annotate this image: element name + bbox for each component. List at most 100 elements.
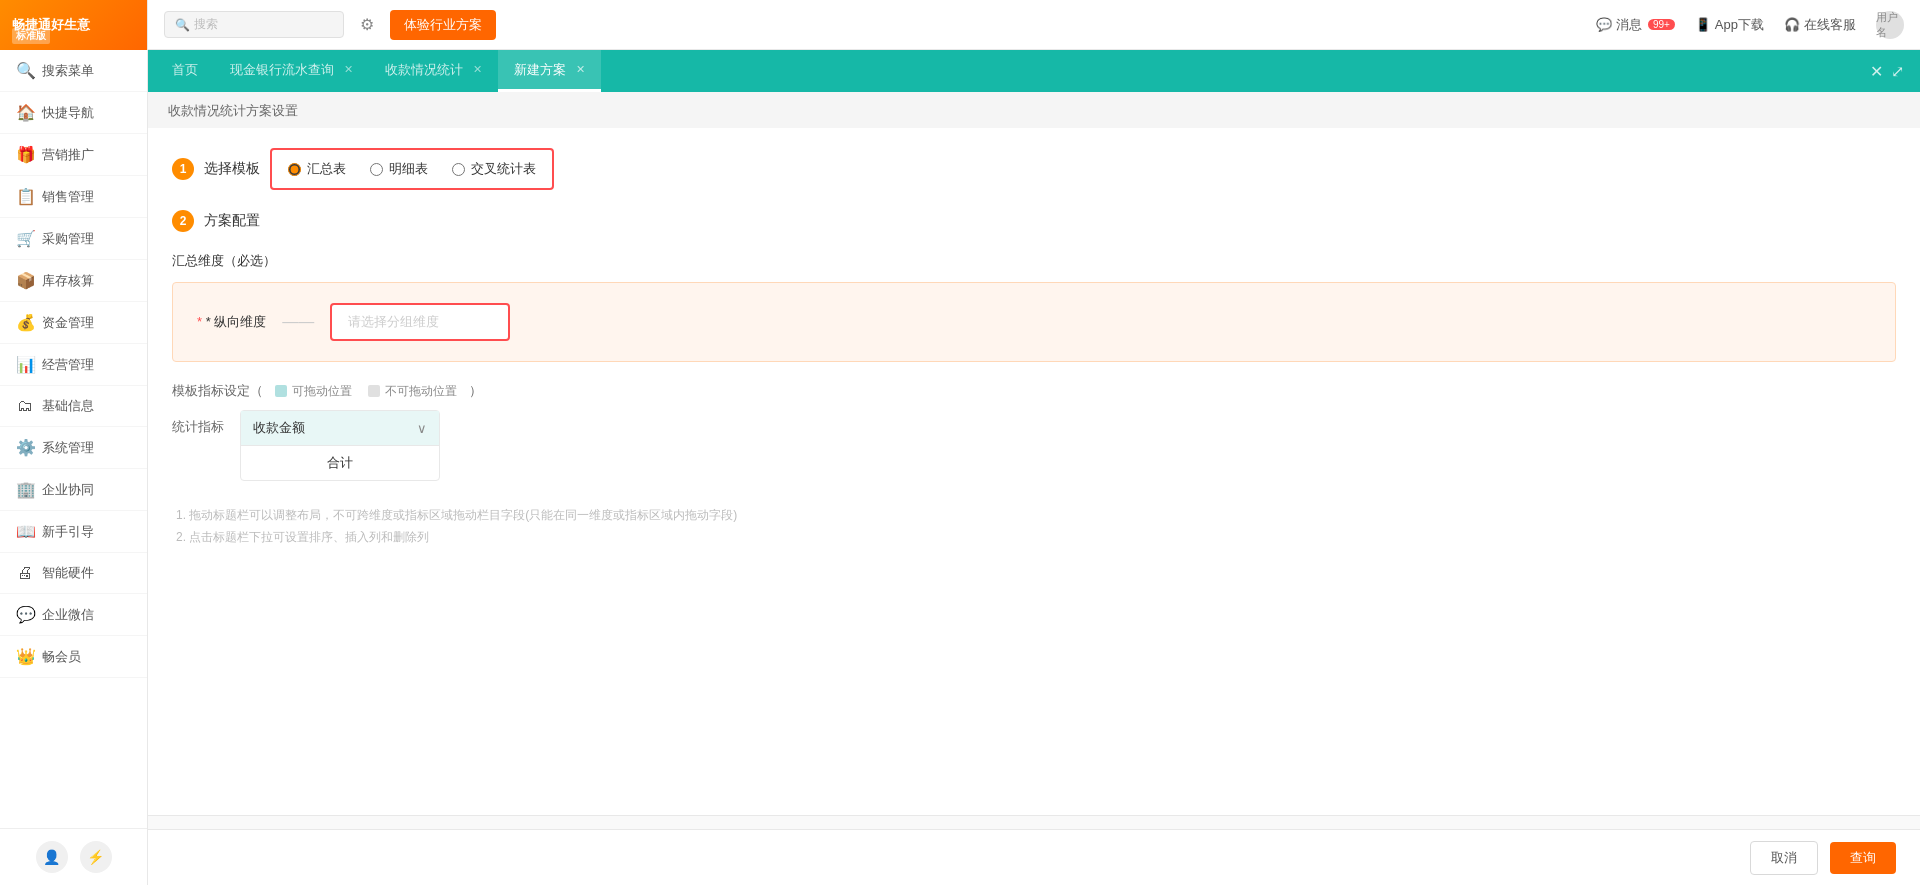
cancel-button[interactable]: 取消: [1750, 841, 1818, 875]
tabbar: 首页现金银行流水查询✕收款情况统计✕新建方案✕ ✕ ⤢: [148, 50, 1920, 92]
tab-close-bank[interactable]: ✕: [344, 63, 353, 76]
tab-bank[interactable]: 现金银行流水查询 ✕: [214, 50, 369, 92]
system-icon: ⚙️: [16, 438, 34, 457]
metrics-chevron-icon: ∨: [417, 421, 427, 436]
main-area: 🔍 搜索 ⚙ 体验行业方案 💬 消息 99+ 📱 App下载 🎧 在线客服 用户…: [148, 0, 1920, 885]
sidebar-item-purchase[interactable]: 🛒采购管理: [0, 218, 147, 260]
tab-close-new[interactable]: ✕: [576, 63, 585, 76]
footer-bar: 取消 查询: [148, 829, 1920, 885]
wechat-icon: 💬: [16, 605, 34, 624]
close-window-icon[interactable]: ✕: [1870, 62, 1883, 81]
expand-icon[interactable]: ⤢: [1891, 62, 1904, 81]
trial-button[interactable]: 体验行业方案: [390, 10, 496, 40]
sidebar-bottom-icon-2[interactable]: ⚡: [80, 841, 112, 873]
sidebar-items: 🔍搜索菜单 🏠 快捷导航 🎁营销推广📋销售管理🛒采购管理 📦 库存核算 💰资金管理 📊 经营管理…: [0, 50, 147, 678]
purchase-label: 采购管理: [42, 230, 94, 248]
radio-detail-input[interactable]: [370, 163, 383, 176]
dimension-placeholder: 请选择分组维度: [348, 314, 439, 329]
sidebar-item-inventory[interactable]: 📦 库存核算: [0, 260, 147, 302]
radio-cross-input[interactable]: [452, 163, 465, 176]
sidebar-item-member[interactable]: 👑畅会员: [0, 636, 147, 678]
sidebar-item-corp[interactable]: 🏢 企业协同: [0, 469, 147, 511]
search-box[interactable]: 🔍 搜索: [164, 11, 344, 38]
message-item[interactable]: 💬 消息 99+: [1596, 16, 1675, 34]
sidebar-item-wechat[interactable]: 💬企业微信: [0, 594, 147, 636]
message-badge: 99+: [1648, 19, 1675, 30]
content-area: 收款情况统计方案设置 1 选择模板 汇总表 明细表: [148, 92, 1920, 829]
radio-cross-label: 交叉统计表: [471, 160, 536, 178]
search-label: 搜索菜单: [42, 62, 94, 80]
operation-label: 经营管理: [42, 356, 94, 374]
corp-label: 企业协同: [42, 481, 94, 499]
newbie-icon: 📖: [16, 522, 34, 541]
download-icon: 📱: [1695, 17, 1711, 32]
metrics-header-close: ）: [469, 382, 482, 400]
sidebar-item-basic[interactable]: 🗂基础信息: [0, 386, 147, 427]
legend-fixed-text: 不可拖动位置: [385, 383, 457, 400]
save-option: 方案保存（可选）: [148, 815, 1920, 829]
message-icon: 💬: [1596, 17, 1612, 32]
topbar: 🔍 搜索 ⚙ 体验行业方案 💬 消息 99+ 📱 App下载 🎧 在线客服 用户…: [148, 0, 1920, 50]
marketing-label: 营销推广: [42, 146, 94, 164]
newbie-label: 新手引导: [42, 523, 94, 541]
topbar-right: 💬 消息 99+ 📱 App下载 🎧 在线客服 用户名: [1596, 11, 1904, 39]
tab-close-stats[interactable]: ✕: [473, 63, 482, 76]
system-label: 系统管理: [42, 439, 94, 457]
finance-label: 资金管理: [42, 314, 94, 332]
download-item[interactable]: 📱 App下载: [1695, 16, 1764, 34]
radio-detail-label: 明细表: [389, 160, 428, 178]
step1-header: 1 选择模板 汇总表 明细表 交叉统计表: [172, 148, 1896, 190]
corp-icon: 🏢: [16, 480, 34, 499]
user-avatar[interactable]: 用户名: [1876, 11, 1904, 39]
step1-number: 1: [172, 158, 194, 180]
dimension-area: * * 纵向维度 —— 请选择分组维度: [172, 282, 1896, 362]
radio-summary-input[interactable]: [288, 163, 301, 176]
message-label: 消息: [1616, 16, 1642, 34]
breadcrumb: 收款情况统计方案设置: [168, 103, 298, 118]
sidebar-item-system[interactable]: ⚙️ 系统管理: [0, 427, 147, 469]
service-item[interactable]: 🎧 在线客服: [1784, 16, 1856, 34]
tab-stats[interactable]: 收款情况统计✕: [369, 50, 498, 92]
sidebar-bottom-icon-1[interactable]: 👤: [36, 841, 68, 873]
query-button[interactable]: 查询: [1830, 842, 1896, 874]
sidebar-item-operation[interactable]: 📊 经营管理: [0, 344, 147, 386]
sidebar-item-search[interactable]: 🔍搜索菜单: [0, 50, 147, 92]
step2-header: 2 方案配置: [172, 210, 1896, 232]
search-placeholder-text: 搜索: [194, 16, 218, 33]
version-badge: 标准版: [12, 28, 50, 44]
inventory-label: 库存核算: [42, 272, 94, 290]
sidebar-item-newbie[interactable]: 📖 新手引导: [0, 511, 147, 553]
radio-summary[interactable]: 汇总表: [288, 160, 346, 178]
dimension-arrow: ——: [282, 313, 314, 331]
service-label: 在线客服: [1804, 16, 1856, 34]
legend-draggable: 可拖动位置: [275, 383, 352, 400]
metrics-stat-label: 统计指标: [172, 418, 224, 481]
step2-section: 2 方案配置 汇总维度（必选） * * 纵向维度 —— 请选择分组维度: [172, 210, 1896, 548]
metrics-table-cell-header[interactable]: 收款金额 ∨: [241, 411, 439, 445]
tab-label-bank: 现金银行流水查询: [230, 61, 334, 79]
tab-new[interactable]: 新建方案 ✕: [498, 50, 601, 92]
metrics-table: 收款金额 ∨ 合计: [240, 410, 440, 481]
radio-cross[interactable]: 交叉统计表: [452, 160, 536, 178]
download-label: App下载: [1715, 16, 1764, 34]
sidebar-item-sales[interactable]: 📋销售管理: [0, 176, 147, 218]
inventory-icon: 📦: [16, 271, 34, 290]
operation-icon: 📊: [16, 355, 34, 374]
sidebar-item-nav[interactable]: 🏠 快捷导航: [0, 92, 147, 134]
nav-label: 快捷导航: [42, 104, 94, 122]
tab-label-new: 新建方案: [514, 61, 566, 79]
sidebar-item-hardware[interactable]: 🖨智能硬件: [0, 553, 147, 594]
radio-detail[interactable]: 明细表: [370, 160, 428, 178]
metrics-cell-label: 收款金额: [253, 419, 305, 437]
tab-label-home: 首页: [172, 61, 198, 79]
sales-icon: 📋: [16, 187, 34, 206]
settings-icon[interactable]: ⚙: [360, 15, 374, 34]
nav-icon: 🏠: [16, 103, 34, 122]
sidebar-item-finance[interactable]: 💰资金管理: [0, 302, 147, 344]
tab-home[interactable]: 首页: [156, 50, 214, 92]
metrics-header: 模板指标设定（ 可拖动位置 不可拖动位置: [172, 382, 1896, 400]
dimension-select[interactable]: 请选择分组维度: [330, 303, 510, 341]
basic-label: 基础信息: [42, 397, 94, 415]
sidebar-item-marketing[interactable]: 🎁营销推广: [0, 134, 147, 176]
tip-2: 2. 点击标题栏下拉可设置排序、插入列和删除列: [172, 527, 1896, 549]
